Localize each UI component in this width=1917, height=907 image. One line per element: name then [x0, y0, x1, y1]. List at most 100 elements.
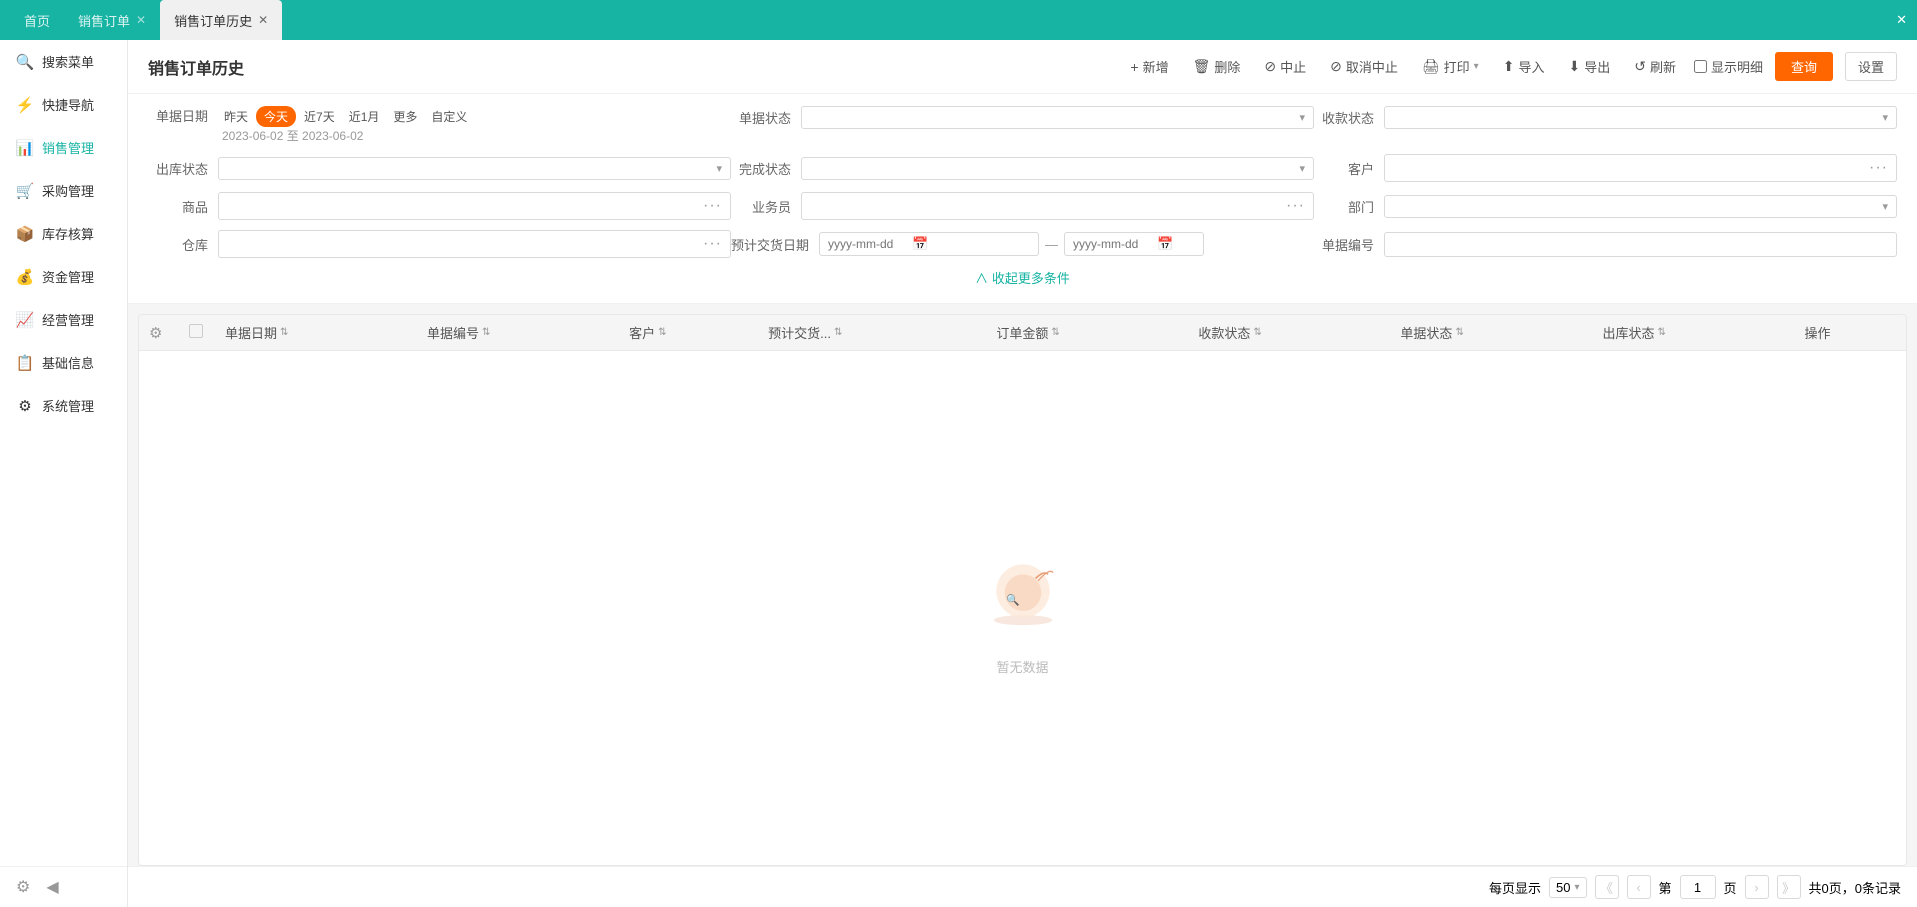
order-number-input[interactable]: [1393, 237, 1888, 252]
tab-sales-order[interactable]: 销售订单 ✕: [64, 0, 160, 40]
print-icon: 🖨: [1422, 58, 1440, 75]
expected-delivery-input-start[interactable]: 📅: [819, 232, 1039, 256]
th-payment[interactable]: 收款状态 ⇅: [1188, 315, 1390, 351]
first-page-button[interactable]: 《: [1595, 875, 1619, 899]
order-status-select[interactable]: ▾: [801, 106, 1314, 129]
sidebar-item-finance[interactable]: 💰 资金管理: [0, 255, 127, 298]
product-ellipsis[interactable]: ···: [703, 197, 722, 215]
th-number[interactable]: 单据编号 ⇅: [417, 315, 619, 351]
th-settings[interactable]: ⚙: [139, 315, 179, 351]
settings-gear-icon[interactable]: ⚙: [149, 325, 162, 342]
sidebar-item-quicknav-label: 快捷导航: [42, 95, 94, 114]
per-page-select[interactable]: 50 ▾: [1549, 877, 1587, 898]
th-number-sort-icon: ⇅: [482, 327, 490, 338]
operations-icon: 📈: [16, 311, 34, 329]
department-select[interactable]: ▾: [1384, 195, 1897, 218]
date-btn-custom[interactable]: 自定义: [425, 106, 473, 127]
th-date[interactable]: 单据日期 ⇅: [215, 315, 417, 351]
content-area: 销售订单历史 + 新增 🗑 删除 ⊘ 中止 ⊘ 取消中止: [128, 40, 1917, 907]
warehouse-ellipsis[interactable]: ···: [703, 235, 722, 253]
order-status-arrow-icon: ▾: [1299, 111, 1305, 124]
print-button[interactable]: 🖨 打印 ▾: [1416, 53, 1485, 80]
date-btn-7days[interactable]: 近7天: [298, 106, 341, 127]
new-button[interactable]: + 新增: [1124, 53, 1174, 80]
product-label: 商品: [148, 197, 218, 216]
sidebar-settings-icon[interactable]: ⚙: [16, 877, 30, 897]
payment-status-select[interactable]: ▾: [1384, 106, 1897, 129]
th-amount[interactable]: 订单金额 ⇅: [986, 315, 1188, 351]
th-amount-sort[interactable]: 订单金额 ⇅: [996, 323, 1178, 342]
last-page-button[interactable]: 》: [1777, 875, 1801, 899]
sidebar-item-quicknav[interactable]: ⚡ 快捷导航: [0, 83, 127, 126]
delivery-status-select[interactable]: ▾: [218, 157, 731, 180]
import-icon: ⬆: [1503, 58, 1515, 75]
customer-ellipsis[interactable]: ···: [1869, 159, 1888, 177]
export-button[interactable]: ⬇ 导出: [1562, 53, 1616, 80]
date-btn-more[interactable]: 更多: [387, 106, 423, 127]
th-order-status[interactable]: 单据状态 ⇅: [1390, 315, 1592, 351]
prev-page-button[interactable]: ‹: [1627, 875, 1651, 899]
th-payment-sort[interactable]: 收款状态 ⇅: [1198, 323, 1380, 342]
filter-row-3: 商品 ··· 业务员 ··· 部门: [148, 192, 1897, 220]
sidebar-item-inventory[interactable]: 📦 库存核算: [0, 212, 127, 255]
next-page-button[interactable]: ›: [1745, 875, 1769, 899]
cancel-stop-button[interactable]: ⊘ 取消中止: [1324, 53, 1404, 80]
select-all-checkbox[interactable]: [189, 324, 203, 338]
table-wrapper: ⚙ 单据日期 ⇅: [139, 315, 1906, 351]
th-customer-sort[interactable]: 客户 ⇅: [629, 323, 748, 342]
sidebar-item-system[interactable]: ⚙ 系统管理: [0, 384, 127, 427]
sidebar-item-sales[interactable]: 📊 销售管理: [0, 126, 127, 169]
tab-home-label: 首页: [24, 11, 50, 30]
customer-label: 客户: [1314, 159, 1384, 178]
th-date-sort[interactable]: 单据日期 ⇅: [225, 323, 407, 342]
th-delivery-status[interactable]: 出库状态 ⇅: [1592, 315, 1794, 351]
th-customer[interactable]: 客户 ⇅: [619, 315, 758, 351]
export-icon: ⬇: [1568, 58, 1580, 75]
date-label: 单据日期: [148, 106, 218, 125]
th-delivery[interactable]: 预计交货... ⇅: [758, 315, 986, 351]
page-input[interactable]: [1680, 875, 1716, 899]
window-close-btn[interactable]: ✕: [1896, 12, 1907, 28]
calendar-end-icon[interactable]: 📅: [1157, 236, 1173, 252]
refresh-button[interactable]: ↺ 刷新: [1628, 53, 1682, 80]
sidebar-item-purchase-label: 采购管理: [42, 181, 94, 200]
display-toggle[interactable]: 显示明细: [1694, 57, 1763, 76]
date-btn-today[interactable]: 今天: [256, 106, 296, 127]
expected-delivery-input-end[interactable]: 📅: [1064, 232, 1204, 256]
display-toggle-label: 显示明细: [1711, 57, 1763, 76]
tab-sales-order-history-close[interactable]: ✕: [258, 13, 268, 27]
calendar-start-icon[interactable]: 📅: [912, 236, 928, 252]
sidebar-item-purchase[interactable]: 🛒 采购管理: [0, 169, 127, 212]
th-order-status-sort[interactable]: 单据状态 ⇅: [1400, 323, 1582, 342]
sidebar-item-finance-label: 资金管理: [42, 267, 94, 286]
expected-delivery-start[interactable]: [828, 237, 908, 251]
sidebar-collapse-icon[interactable]: ◀: [46, 877, 58, 897]
cancel-stop-label: 取消中止: [1346, 57, 1398, 76]
salesperson-ellipsis[interactable]: ···: [1286, 197, 1305, 215]
date-btn-yesterday[interactable]: 昨天: [218, 106, 254, 127]
sidebar-item-search[interactable]: 🔍 搜索菜单: [0, 40, 127, 83]
sidebar-item-operations[interactable]: 📈 经营管理: [0, 298, 127, 341]
th-checkbox[interactable]: [179, 315, 215, 351]
tab-sales-order-close[interactable]: ✕: [136, 13, 146, 27]
expected-delivery-end[interactable]: [1073, 237, 1153, 251]
delete-button[interactable]: 🗑 删除: [1187, 53, 1247, 80]
sidebar-item-basic-info[interactable]: 📋 基础信息: [0, 341, 127, 384]
tab-sales-order-label: 销售订单: [78, 11, 130, 30]
date-btn-1month[interactable]: 近1月: [343, 106, 386, 127]
empty-state: 🔍 暂无数据: [139, 351, 1906, 865]
settings-button[interactable]: 设置: [1845, 52, 1897, 81]
stop-button[interactable]: ⊘ 中止: [1258, 53, 1312, 80]
completion-status-select[interactable]: ▾: [801, 157, 1314, 180]
th-delivery-sort[interactable]: 预计交货... ⇅: [768, 323, 976, 342]
tab-sales-order-history[interactable]: 销售订单历史 ✕: [160, 0, 282, 40]
th-delivery-status-sort[interactable]: 出库状态 ⇅: [1602, 323, 1784, 342]
inventory-icon: 📦: [16, 225, 34, 243]
display-toggle-checkbox[interactable]: [1694, 60, 1707, 73]
collapse-row[interactable]: ∧ 收起更多条件: [148, 264, 1897, 291]
tab-home[interactable]: 首页: [10, 0, 64, 40]
query-button[interactable]: 查询: [1775, 52, 1833, 81]
th-number-sort[interactable]: 单据编号 ⇅: [427, 323, 609, 342]
import-button[interactable]: ⬆ 导入: [1497, 53, 1551, 80]
new-label: 新增: [1143, 57, 1169, 76]
